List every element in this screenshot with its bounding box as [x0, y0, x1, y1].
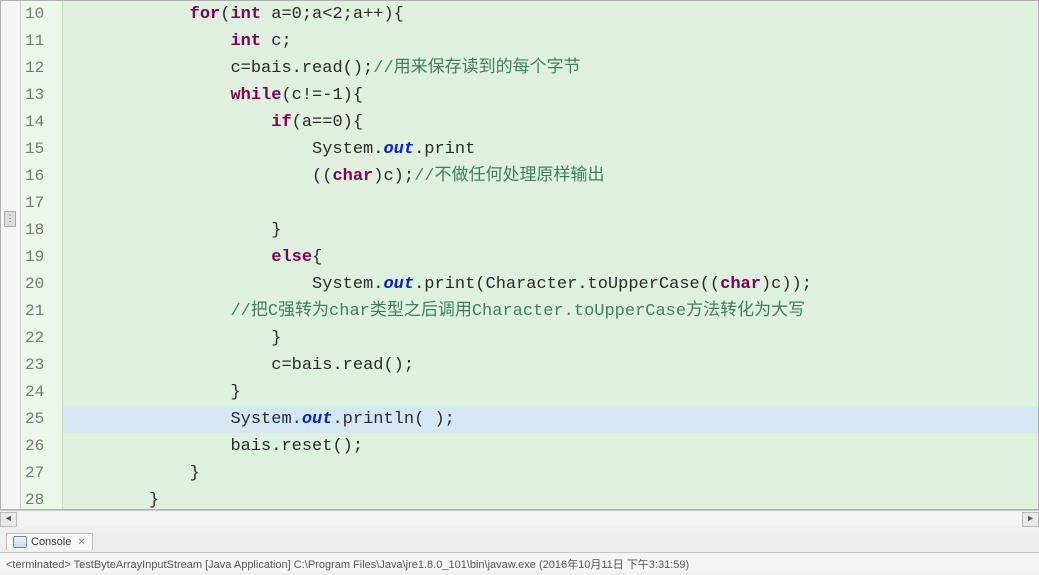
- code-line[interactable]: c=bais.read();: [63, 352, 1038, 379]
- code-line[interactable]: System.out.print(Character.toUpperCase((…: [63, 271, 1038, 298]
- code-token: int: [230, 32, 261, 51]
- line-number: 12: [25, 55, 54, 82]
- code-token: //把C强转为char类型之后调用Character.toUpperCase方法…: [230, 302, 805, 321]
- code-token: .print: [414, 140, 475, 159]
- code-token: }: [271, 329, 281, 348]
- code-line[interactable]: else{: [63, 244, 1038, 271]
- line-number: 19: [25, 244, 54, 271]
- line-number: 26: [25, 433, 54, 460]
- code-token: {: [312, 248, 322, 267]
- scroll-right-icon[interactable]: ►: [1022, 512, 1039, 527]
- code-line[interactable]: [63, 190, 1038, 217]
- code-line[interactable]: }: [63, 325, 1038, 352]
- line-number: 27: [25, 460, 54, 487]
- code-token: char: [332, 167, 373, 186]
- line-number: 16: [25, 163, 54, 190]
- code-line[interactable]: for(int a=0;a<2;a++){: [63, 1, 1038, 28]
- code-token: int: [230, 5, 261, 24]
- code-line[interactable]: System.out.print: [63, 136, 1038, 163]
- code-token: }: [271, 221, 281, 240]
- line-number: 20: [25, 271, 54, 298]
- code-token: System.: [312, 140, 383, 159]
- line-number: 15: [25, 136, 54, 163]
- scroll-track[interactable]: [17, 512, 1022, 527]
- code-editor[interactable]: ⋮ 10111213141516171819202122232425262728…: [0, 0, 1039, 510]
- code-line[interactable]: while(c!=-1){: [63, 82, 1038, 109]
- code-token: }: [190, 464, 200, 483]
- scroll-left-icon[interactable]: ◄: [0, 512, 17, 527]
- code-token: System.: [230, 410, 301, 429]
- code-token: if: [271, 113, 291, 132]
- code-token: .print(Character.: [414, 275, 587, 294]
- line-number: 24: [25, 379, 54, 406]
- code-token: //不做任何处理原样输出: [414, 167, 604, 186]
- code-line[interactable]: }: [63, 379, 1038, 406]
- fold-handle-icon[interactable]: ⋮: [4, 211, 16, 227]
- code-token: toUpperCase: [588, 275, 700, 294]
- code-line[interactable]: //把C强转为char类型之后调用Character.toUpperCase方法…: [63, 298, 1038, 325]
- code-line[interactable]: }: [63, 487, 1038, 509]
- code-token: c=bais.read();: [271, 356, 414, 375]
- editor-left-margin: ⋮: [1, 1, 21, 509]
- code-token: out: [383, 275, 414, 294]
- code-token: char: [720, 275, 761, 294]
- tab-console[interactable]: Console ✕: [6, 533, 93, 550]
- code-token: (c!=-1){: [281, 86, 363, 105]
- line-number: 23: [25, 352, 54, 379]
- code-token: )c));: [761, 275, 812, 294]
- code-token: while: [230, 86, 281, 105]
- line-number: 17: [25, 190, 54, 217]
- code-token: .println( );: [332, 410, 454, 429]
- line-number: 21: [25, 298, 54, 325]
- code-line[interactable]: }: [63, 460, 1038, 487]
- code-token: //用来保存读到的每个字节: [373, 59, 580, 78]
- code-token: c;: [261, 32, 292, 51]
- line-number: 25: [25, 406, 54, 433]
- line-number: 14: [25, 109, 54, 136]
- code-token: }: [230, 383, 240, 402]
- code-line[interactable]: ((char)c);//不做任何处理原样输出: [63, 163, 1038, 190]
- console-panel: Console ✕ <terminated> TestByteArrayInpu…: [0, 531, 1039, 572]
- code-token: out: [302, 410, 333, 429]
- line-number: 13: [25, 82, 54, 109]
- code-line[interactable]: bais.reset();: [63, 433, 1038, 460]
- code-token: ((: [312, 167, 332, 186]
- console-tab-bar: Console ✕: [0, 531, 1039, 553]
- code-line[interactable]: int c;: [63, 28, 1038, 55]
- code-token: }: [149, 491, 159, 509]
- code-token: for: [190, 5, 221, 24]
- line-number: 10: [25, 1, 54, 28]
- code-token: bais.reset();: [230, 437, 363, 456]
- line-number: 11: [25, 28, 54, 55]
- code-line[interactable]: System.out.println( );: [63, 406, 1038, 433]
- code-token: System.: [312, 275, 383, 294]
- code-line[interactable]: }: [63, 217, 1038, 244]
- terminated-status-text: <terminated> TestByteArrayInputStream [J…: [0, 553, 1039, 572]
- code-token: else: [271, 248, 312, 267]
- console-icon: [13, 536, 27, 548]
- close-icon[interactable]: ✕: [75, 537, 85, 548]
- horizontal-scrollbar[interactable]: ◄ ►: [0, 510, 1039, 527]
- line-number: 22: [25, 325, 54, 352]
- line-number-gutter: 10111213141516171819202122232425262728: [21, 1, 63, 509]
- code-token: (a==0){: [292, 113, 363, 132]
- code-line[interactable]: c=bais.read();//用来保存读到的每个字节: [63, 55, 1038, 82]
- code-text-area[interactable]: for(int a=0;a<2;a++){ int c; c=bais.read…: [63, 1, 1038, 509]
- code-token: a=0;a<2;a++){: [261, 5, 404, 24]
- code-token: c=bais.read();: [230, 59, 373, 78]
- code-token: ((: [700, 275, 720, 294]
- code-token: (: [220, 5, 230, 24]
- console-tab-label: Console: [31, 536, 71, 548]
- code-line[interactable]: if(a==0){: [63, 109, 1038, 136]
- line-number: 28: [25, 487, 54, 514]
- code-token: out: [383, 140, 414, 159]
- code-token: )c);: [373, 167, 414, 186]
- line-number: 18: [25, 217, 54, 244]
